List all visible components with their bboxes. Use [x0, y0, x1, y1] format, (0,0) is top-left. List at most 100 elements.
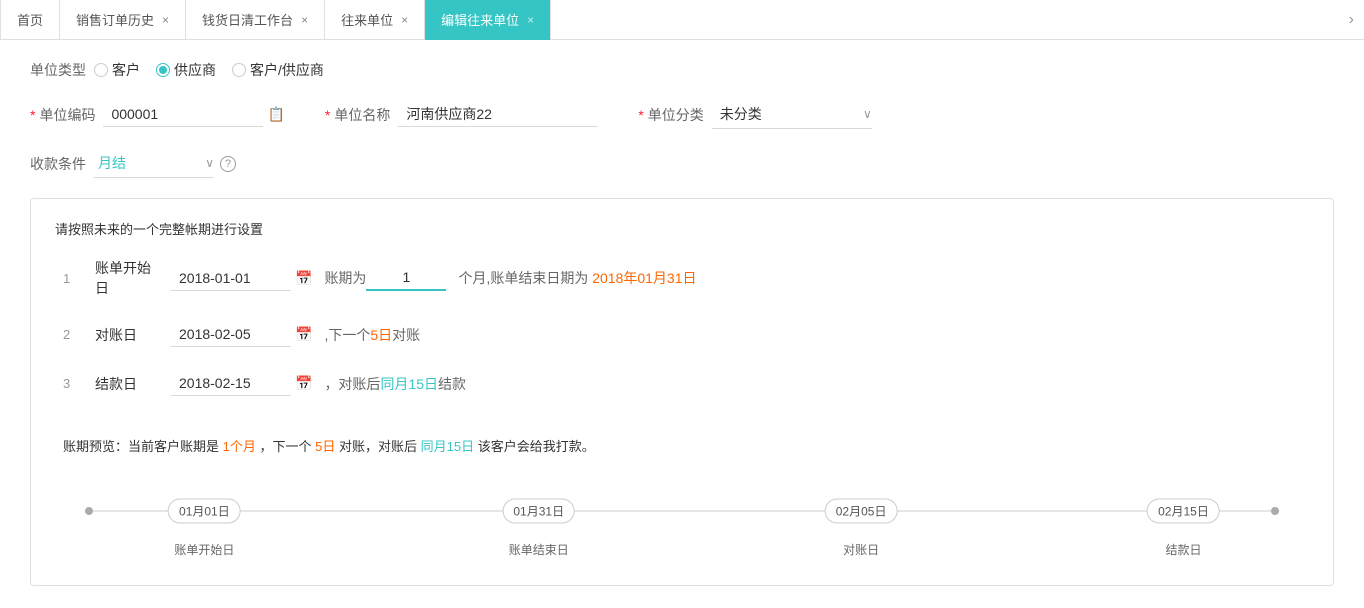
tab-label-edit-partner: 编辑往来单位: [441, 10, 519, 29]
calendar-icon-1[interactable]: 📅: [295, 270, 312, 287]
radio-supplier[interactable]: 供应商: [156, 60, 216, 80]
payment-condition-label: 收款条件: [30, 154, 86, 174]
suffix-after-1: 个月,账单结束日期为 2018年01月31日: [458, 268, 696, 288]
preview-part2: 5日: [315, 439, 335, 454]
timeline-wrapper: 01月01日 01月31日 02月05日 02月15日: [85, 481, 1279, 541]
unit-category-group: * 单位分类 未分类 ∨: [638, 100, 871, 129]
radio-label-customer: 客户: [112, 60, 140, 80]
unit-name-group: * 单位名称: [325, 102, 598, 127]
unit-category-value: 未分类: [712, 100, 859, 128]
unit-category-label: 单位分类: [648, 105, 704, 125]
radio-circle-supplier: [156, 63, 170, 77]
help-icon[interactable]: ?: [220, 156, 236, 172]
preview-part3: 同月15日: [421, 439, 474, 454]
timeline-point-3: 02月05日: [825, 499, 898, 524]
unit-info-row: * 单位编码 📋 * 单位名称 * 单位分类 未分类 ∨: [30, 100, 1334, 129]
tab-label-cash: 钱货日清工作台: [202, 10, 293, 29]
chevron-down-icon: ∨: [863, 107, 872, 121]
radio-customer[interactable]: 客户: [94, 60, 140, 80]
unit-type-label: 单位类型: [30, 60, 86, 80]
unit-type-row: 单位类型 客户 供应商 客户/供应商: [30, 60, 1334, 80]
period-input[interactable]: [366, 265, 446, 291]
main-content: 单位类型 客户 供应商 客户/供应商 * 单位编码: [0, 40, 1364, 608]
timeline-badge-2: 01月31日: [502, 499, 575, 524]
unit-category-required: *: [638, 107, 643, 123]
timeline-section: 01月01日 01月31日 02月05日 02月15日 账单开始日 账单结束日 …: [55, 471, 1309, 565]
tab-more-button[interactable]: ›: [1339, 11, 1364, 29]
suffix-row2: ,下一个5日对账: [324, 325, 420, 345]
close-icon-cash[interactable]: ×: [301, 13, 308, 27]
row-label-3: 结款日: [95, 374, 155, 394]
tab-partner-unit[interactable]: 往来单位 ×: [325, 0, 425, 40]
row-label-1: 账单开始日: [95, 258, 155, 298]
timeline-sublabels: 账单开始日 账单结束日 对账日 结款日: [85, 541, 1279, 565]
preview-sep2: 对账，对账后: [339, 439, 417, 454]
radio-label-cs: 客户/供应商: [250, 60, 324, 80]
unit-code-group: * 单位编码 📋: [30, 102, 285, 127]
timeline-end-dot: [1271, 507, 1279, 515]
suffix-row3: ，对账后同月15日结款: [324, 374, 466, 394]
highlight-day-3: 同月15日: [380, 376, 438, 392]
tab-bar: 首页 销售订单历史 × 钱货日清工作台 × 往来单位 × 编辑往来单位 × ›: [0, 0, 1364, 40]
close-icon-edit-partner[interactable]: ×: [527, 13, 534, 27]
radio-label-supplier: 供应商: [174, 60, 216, 80]
settings-row-1: 1 账单开始日 📅 账期为 个月,账单结束日期为 2018年01月31日: [55, 258, 1309, 298]
suffix-before-2: ,下一个: [324, 327, 370, 343]
preview-section: 账期预览：当前客户账期是 1个月 ，下一个 5日 对账，对账后 同月15日 该客…: [55, 420, 1309, 471]
payment-condition-select[interactable]: 月结 ∨: [94, 149, 214, 178]
highlight-day-2: 5日: [370, 327, 392, 343]
timeline-point-2: 01月31日: [502, 499, 575, 524]
settings-row-3: 3 结款日 📅 ，对账后同月15日结款: [55, 371, 1309, 396]
suffix-after-1-text: 个月,账单结束日期为: [458, 270, 588, 286]
radio-circle-cs: [232, 63, 246, 77]
suffix-after-2: 对账: [392, 327, 420, 343]
row-number-2: 2: [63, 327, 83, 342]
payment-condition-value: 月结: [94, 153, 201, 173]
calendar-icon-2[interactable]: 📅: [295, 326, 312, 343]
radio-circle-customer: [94, 63, 108, 77]
row-label-2: 对账日: [95, 325, 155, 345]
unit-name-label: 单位名称: [334, 105, 390, 125]
tab-cash-ledger[interactable]: 钱货日清工作台 ×: [186, 0, 325, 40]
timeline-sub-2: 账单结束日: [509, 541, 569, 558]
tab-home-label: 首页: [17, 10, 43, 29]
row-number-1: 1: [63, 271, 83, 286]
timeline-sub-3: 对账日: [843, 541, 879, 558]
suffix-after-3: 结款: [438, 376, 466, 392]
calendar-icon-3[interactable]: 📅: [295, 375, 312, 392]
preview-part1: 1个月: [223, 439, 256, 454]
date-input-3[interactable]: [171, 371, 291, 396]
close-icon-sales[interactable]: ×: [162, 13, 169, 27]
timeline-badge-3: 02月05日: [825, 499, 898, 524]
timeline-line: [85, 511, 1279, 512]
preview-suffix: 该客户会给我打款。: [478, 439, 595, 454]
row-number-3: 3: [63, 376, 83, 391]
tab-sales-order-history[interactable]: 销售订单历史 ×: [60, 0, 186, 40]
timeline-point-1: 01月01日: [168, 499, 241, 524]
unit-name-input[interactable]: [398, 102, 598, 127]
payment-chevron-icon: ∨: [205, 156, 214, 170]
date-input-1[interactable]: [171, 266, 291, 291]
timeline-start-dot: [85, 507, 93, 515]
unit-type-group: 单位类型 客户 供应商 客户/供应商: [30, 60, 324, 80]
payment-condition-row: 收款条件 月结 ∨ ?: [30, 149, 1334, 178]
radio-group-unit-type: 客户 供应商 客户/供应商: [94, 60, 324, 80]
tab-edit-partner-unit[interactable]: 编辑往来单位 ×: [425, 0, 551, 40]
timeline-badge-1: 01月01日: [168, 499, 241, 524]
date-input-2[interactable]: [171, 322, 291, 347]
unit-code-label: 单位编码: [39, 105, 95, 125]
tab-label-sales: 销售订单历史: [76, 10, 154, 29]
copy-icon[interactable]: 📋: [267, 106, 284, 123]
tab-home[interactable]: 首页: [0, 0, 60, 40]
settings-box: 请按照未来的一个完整帐期进行设置 1 账单开始日 📅 账期为 个月,账单结束日期…: [30, 198, 1334, 586]
suffix-before-3: ，对账后: [324, 376, 380, 392]
radio-customer-supplier[interactable]: 客户/供应商: [232, 60, 324, 80]
end-date-highlight: 2018年01月31日: [592, 270, 696, 286]
settings-title: 请按照未来的一个完整帐期进行设置: [55, 219, 1309, 238]
unit-category-select[interactable]: 未分类 ∨: [712, 100, 872, 129]
preview-label: 账期预览：当前客户账期是: [63, 439, 219, 454]
close-icon-partner[interactable]: ×: [401, 13, 408, 27]
timeline-badge-4: 02月15日: [1147, 499, 1220, 524]
unit-code-input[interactable]: [103, 102, 263, 127]
unit-name-required: *: [325, 107, 330, 123]
